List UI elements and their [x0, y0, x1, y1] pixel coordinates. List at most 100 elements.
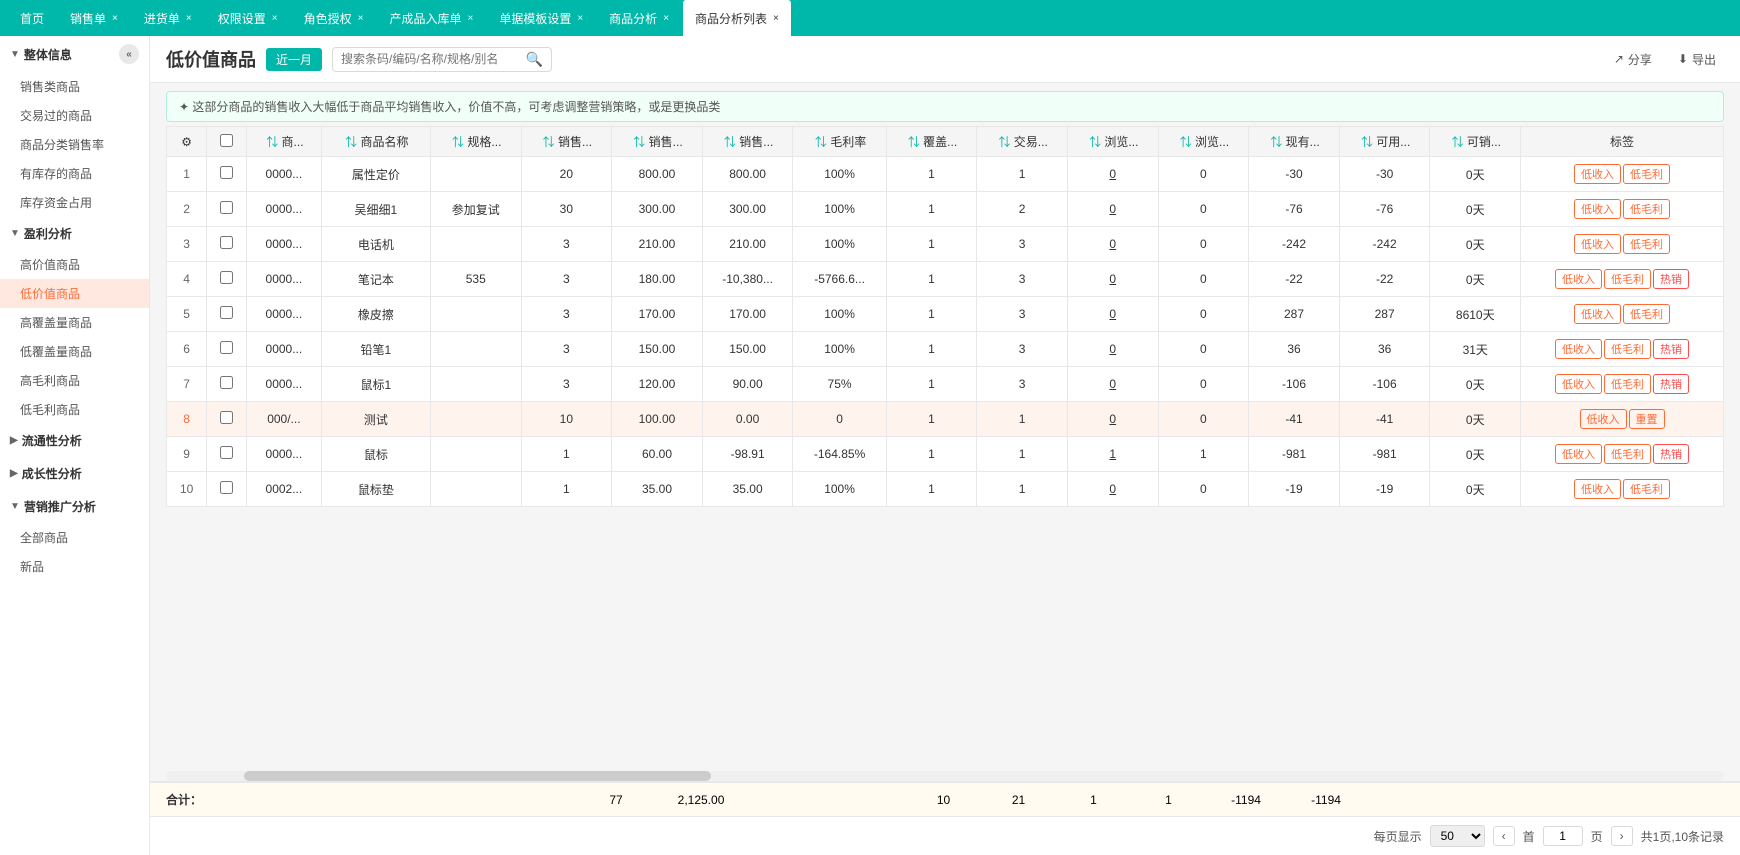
sidebar-group-marketing[interactable]: ▼ 营销推广分析: [0, 490, 149, 523]
nav-product-inbound[interactable]: 产成品入库单 ×: [377, 0, 485, 36]
nav-product-analysis[interactable]: 商品分析 ×: [597, 0, 681, 36]
nav-sales-close[interactable]: ×: [112, 13, 118, 24]
sidebar-group-profit[interactable]: ▼ 盈利分析: [0, 217, 149, 250]
row-browse1[interactable]: 0: [1067, 472, 1158, 507]
sidebar-item-high-coverage[interactable]: 高覆盖量商品: [0, 308, 149, 337]
sidebar-item-stock-capital[interactable]: 库存资金占用: [0, 188, 149, 217]
nav-template-close[interactable]: ×: [577, 13, 583, 24]
row-checkbox-cell[interactable]: [207, 157, 247, 192]
search-icon[interactable]: 🔍: [526, 51, 543, 68]
row-checkbox[interactable]: [220, 481, 233, 494]
col-tags[interactable]: 标签: [1521, 127, 1724, 157]
time-filter-button[interactable]: 近一月: [266, 48, 322, 71]
sidebar-group-overall[interactable]: ▼ 整体信息 «: [0, 36, 149, 72]
col-sale-amount[interactable]: ⇅ 销售...: [702, 127, 793, 157]
row-checkbox-cell[interactable]: [207, 227, 247, 262]
nav-product-analysis-list[interactable]: 商品分析列表 ×: [683, 0, 791, 36]
col-browse1[interactable]: ⇅ 浏览...: [1067, 127, 1158, 157]
nav-product-inbound-close[interactable]: ×: [467, 13, 473, 24]
col-sale-qty[interactable]: ⇅ 销售...: [521, 127, 612, 157]
row-browse1[interactable]: 0: [1067, 262, 1158, 297]
sidebar-item-all-goods[interactable]: 全部商品: [0, 523, 149, 552]
col-saleable[interactable]: ⇅ 可销...: [1430, 127, 1521, 157]
browse1-link[interactable]: 0: [1109, 342, 1116, 356]
col-settings[interactable]: ⚙: [167, 127, 207, 157]
row-checkbox-cell[interactable]: [207, 332, 247, 367]
row-browse1[interactable]: 0: [1067, 402, 1158, 437]
row-checkbox-cell[interactable]: [207, 297, 247, 332]
col-code[interactable]: ⇅ 商...: [247, 127, 322, 157]
col-checkbox[interactable]: [207, 127, 247, 157]
row-checkbox-cell[interactable]: [207, 367, 247, 402]
col-current-stock[interactable]: ⇅ 现有...: [1249, 127, 1340, 157]
sidebar-item-traded-goods[interactable]: 交易过的商品: [0, 101, 149, 130]
nav-purchase-close[interactable]: ×: [186, 13, 192, 24]
sidebar-item-sale-goods[interactable]: 销售类商品: [0, 72, 149, 101]
current-page-input[interactable]: [1543, 826, 1583, 846]
row-checkbox-cell[interactable]: [207, 472, 247, 507]
nav-sales[interactable]: 销售单 ×: [58, 0, 130, 36]
search-input[interactable]: [341, 52, 520, 66]
sidebar-item-high-margin[interactable]: 高毛利商品: [0, 366, 149, 395]
sidebar-collapse-btn[interactable]: «: [119, 44, 139, 64]
row-browse1[interactable]: 0: [1067, 227, 1158, 262]
row-checkbox-cell[interactable]: [207, 402, 247, 437]
sidebar-item-in-stock[interactable]: 有库存的商品: [0, 159, 149, 188]
row-checkbox-cell[interactable]: [207, 192, 247, 227]
row-checkbox[interactable]: [220, 201, 233, 214]
horizontal-scrollbar[interactable]: [166, 771, 1724, 781]
row-browse1[interactable]: 0: [1067, 367, 1158, 402]
export-button[interactable]: ⬇ 导出: [1670, 47, 1724, 72]
scroll-thumb[interactable]: [244, 771, 711, 781]
col-browse2[interactable]: ⇅ 浏览...: [1158, 127, 1249, 157]
browse1-link[interactable]: 0: [1109, 237, 1116, 251]
row-checkbox[interactable]: [220, 376, 233, 389]
sidebar-item-high-value[interactable]: 高价值商品: [0, 250, 149, 279]
nav-home[interactable]: 首页: [8, 0, 56, 36]
sidebar-item-category-rate[interactable]: 商品分类销售率: [0, 130, 149, 159]
col-name[interactable]: ⇅ 商品名称: [321, 127, 430, 157]
browse1-link[interactable]: 0: [1109, 482, 1116, 496]
sidebar-group-liquidity[interactable]: ▶ 流通性分析: [0, 424, 149, 457]
row-checkbox[interactable]: [220, 236, 233, 249]
browse1-link[interactable]: 0: [1109, 307, 1116, 321]
nav-purchase[interactable]: 进货单 ×: [132, 0, 204, 36]
browse1-link[interactable]: 0: [1109, 202, 1116, 216]
row-browse1[interactable]: 0: [1067, 192, 1158, 227]
share-button[interactable]: ↗ 分享: [1606, 47, 1660, 72]
row-checkbox[interactable]: [220, 411, 233, 424]
col-trade[interactable]: ⇅ 交易...: [977, 127, 1068, 157]
row-checkbox[interactable]: [220, 271, 233, 284]
col-available[interactable]: ⇅ 可用...: [1339, 127, 1430, 157]
sidebar-item-new-goods[interactable]: 新品: [0, 552, 149, 581]
sidebar-item-low-coverage[interactable]: 低覆盖量商品: [0, 337, 149, 366]
nav-role-auth-close[interactable]: ×: [358, 13, 364, 24]
browse1-link[interactable]: 0: [1109, 377, 1116, 391]
row-checkbox[interactable]: [220, 341, 233, 354]
browse1-link[interactable]: 0: [1109, 167, 1116, 181]
nav-permissions-close[interactable]: ×: [272, 13, 278, 24]
next-page-button[interactable]: ›: [1611, 826, 1633, 846]
row-checkbox-cell[interactable]: [207, 437, 247, 472]
nav-template[interactable]: 单据模板设置 ×: [487, 0, 595, 36]
nav-product-analysis-close[interactable]: ×: [663, 13, 669, 24]
nav-permissions[interactable]: 权限设置 ×: [206, 0, 290, 36]
sidebar-group-growth[interactable]: ▶ 成长性分析: [0, 457, 149, 490]
nav-role-auth[interactable]: 角色授权 ×: [292, 0, 376, 36]
row-browse1[interactable]: 0: [1067, 297, 1158, 332]
browse1-link[interactable]: 0: [1109, 412, 1116, 426]
per-page-select[interactable]: 50 100 200: [1430, 825, 1485, 847]
browse1-link[interactable]: 1: [1109, 447, 1116, 461]
sidebar-item-low-margin[interactable]: 低毛利商品: [0, 395, 149, 424]
row-browse1[interactable]: 0: [1067, 157, 1158, 192]
prev-page-button[interactable]: ‹: [1493, 826, 1515, 846]
row-checkbox-cell[interactable]: [207, 262, 247, 297]
table-wrapper[interactable]: ⚙ ⇅ 商... ⇅ 商品名称 ⇅ 规格... ⇅ 销售... ⇅ 销售... …: [150, 126, 1740, 771]
select-all-checkbox[interactable]: [220, 134, 233, 147]
sidebar-item-low-value[interactable]: 低价值商品: [0, 279, 149, 308]
col-margin[interactable]: ⇅ 毛利率: [793, 127, 886, 157]
row-checkbox[interactable]: [220, 306, 233, 319]
row-checkbox[interactable]: [220, 446, 233, 459]
col-sale-price[interactable]: ⇅ 销售...: [612, 127, 703, 157]
col-coverage[interactable]: ⇅ 覆盖...: [886, 127, 977, 157]
